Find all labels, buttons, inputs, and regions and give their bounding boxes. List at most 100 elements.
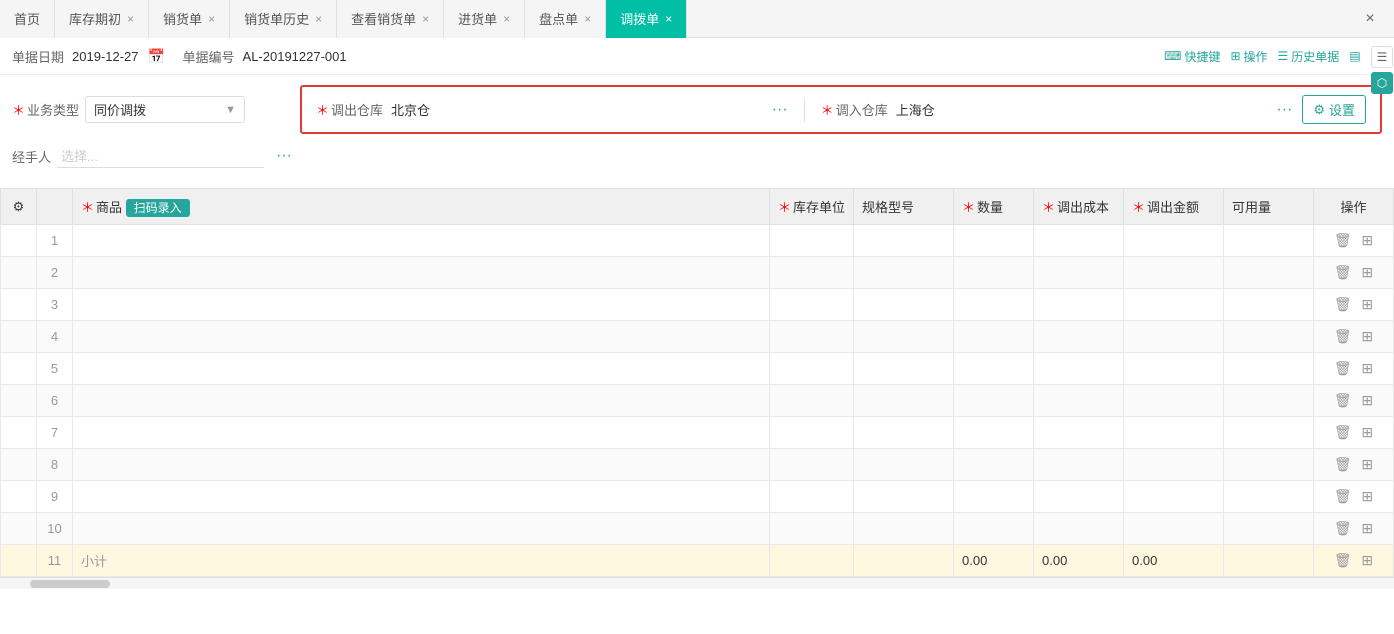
copy-icon[interactable]: ⊞ xyxy=(1361,264,1373,281)
calendar-icon[interactable]: 📅 xyxy=(147,46,167,66)
delete-icon[interactable]: 🗑 xyxy=(1334,264,1352,281)
row-cost-cell[interactable] xyxy=(1034,353,1124,385)
row-qty-cell[interactable] xyxy=(954,513,1034,545)
copy-icon[interactable]: ⊞ xyxy=(1361,392,1373,409)
copy-icon[interactable]: ⊞ xyxy=(1361,552,1373,569)
tab-inventory-init[interactable]: 库存期初 × xyxy=(55,0,149,38)
history-label: 历史单据 xyxy=(1291,48,1339,65)
row-amount-cell[interactable] xyxy=(1124,481,1224,513)
tab-sales-order[interactable]: 销货单 × xyxy=(149,0,230,38)
scroll-thumb[interactable] xyxy=(30,580,110,588)
row-product-cell[interactable] xyxy=(73,289,770,321)
delete-icon[interactable]: 🗑 xyxy=(1334,520,1352,537)
delete-icon[interactable]: 🗑 xyxy=(1334,424,1352,441)
sidebar-list-icon[interactable]: ☰ xyxy=(1371,46,1393,68)
row-qty-cell[interactable] xyxy=(954,257,1034,289)
row-amount-cell[interactable] xyxy=(1124,385,1224,417)
row-qty-cell[interactable] xyxy=(954,385,1034,417)
row-amount-cell[interactable] xyxy=(1124,417,1224,449)
row-unit-cell xyxy=(769,417,853,449)
tab-home[interactable]: 首页 xyxy=(0,0,55,38)
copy-icon[interactable]: ⊞ xyxy=(1361,520,1373,537)
tab-sales-history-close[interactable]: × xyxy=(315,12,322,26)
row-product-cell[interactable] xyxy=(73,257,770,289)
row-cost-cell[interactable] xyxy=(1034,225,1124,257)
row-cost-cell[interactable] xyxy=(1034,417,1124,449)
row-cost-cell[interactable] xyxy=(1034,257,1124,289)
row-cost-cell[interactable] xyxy=(1034,385,1124,417)
operations-button[interactable]: ⊞ 操作 xyxy=(1230,48,1267,65)
row-cost-cell[interactable] xyxy=(1034,481,1124,513)
row-product-cell[interactable] xyxy=(73,225,770,257)
row-amount-cell[interactable] xyxy=(1124,321,1224,353)
horizontal-scrollbar[interactable] xyxy=(0,577,1394,589)
row-amount-cell[interactable] xyxy=(1124,513,1224,545)
row-product-cell[interactable] xyxy=(73,513,770,545)
row-product-cell[interactable] xyxy=(73,385,770,417)
delete-icon[interactable]: 🗑 xyxy=(1334,552,1352,569)
row-qty-cell[interactable] xyxy=(954,449,1034,481)
copy-icon[interactable]: ⊞ xyxy=(1361,360,1373,377)
row-qty-cell[interactable] xyxy=(954,289,1034,321)
copy-icon[interactable]: ⊞ xyxy=(1361,424,1373,441)
row-qty-cell[interactable] xyxy=(954,321,1034,353)
tab-view-sales[interactable]: 查看销货单 × xyxy=(337,0,444,38)
delete-icon[interactable]: 🗑 xyxy=(1334,456,1352,473)
copy-icon[interactable]: ⊞ xyxy=(1361,232,1373,249)
row-cost-cell[interactable] xyxy=(1034,321,1124,353)
tab-inventory[interactable]: 盘点单 × xyxy=(525,0,606,38)
delete-icon[interactable]: 🗑 xyxy=(1334,392,1352,409)
warehouse-in-more-icon[interactable]: ··· xyxy=(1276,101,1292,119)
tab-inventory-init-close[interactable]: × xyxy=(127,12,134,26)
tab-purchase-close[interactable]: × xyxy=(503,12,510,26)
row-product-cell[interactable] xyxy=(73,449,770,481)
row-product-cell[interactable] xyxy=(73,481,770,513)
row-qty-cell[interactable] xyxy=(954,417,1034,449)
settings-button[interactable]: ⚙ 设置 xyxy=(1302,95,1366,124)
copy-icon[interactable]: ⊞ xyxy=(1361,296,1373,313)
tab-view-sales-close[interactable]: × xyxy=(422,12,429,26)
tab-inventory-close[interactable]: × xyxy=(584,12,591,26)
row-amount-cell[interactable] xyxy=(1124,353,1224,385)
layout-button1[interactable]: ▤ xyxy=(1349,49,1360,63)
tab-purchase[interactable]: 进货单 × xyxy=(444,0,525,38)
window-close-button[interactable]: × xyxy=(1354,0,1386,38)
delete-icon[interactable]: 🗑 xyxy=(1334,360,1352,377)
row-qty-cell[interactable] xyxy=(954,225,1034,257)
row-cost-cell[interactable] xyxy=(1034,513,1124,545)
row-product-cell[interactable] xyxy=(73,321,770,353)
handler-input[interactable]: 选择... xyxy=(57,144,264,168)
row-product-cell[interactable] xyxy=(73,353,770,385)
tab-transfer[interactable]: 调拨单 × xyxy=(606,0,687,38)
delete-icon[interactable]: 🗑 xyxy=(1334,296,1352,313)
gear-header-icon[interactable]: ⚙ xyxy=(13,199,25,214)
col-header-gear[interactable]: ⚙ xyxy=(1,189,37,225)
copy-icon[interactable]: ⊞ xyxy=(1361,328,1373,345)
history-button[interactable]: ☰ 历史单据 xyxy=(1278,48,1340,65)
row-cost-cell[interactable] xyxy=(1034,449,1124,481)
shortcuts-button[interactable]: ⌨ 快捷键 xyxy=(1164,48,1220,65)
row-amount-cell[interactable] xyxy=(1124,289,1224,321)
row-gear-cell xyxy=(1,545,37,577)
handler-more-icon[interactable]: ··· xyxy=(276,147,292,165)
row-amount-cell[interactable] xyxy=(1124,257,1224,289)
row-amount-cell[interactable] xyxy=(1124,225,1224,257)
row-cost-cell[interactable] xyxy=(1034,289,1124,321)
scan-entry-button[interactable]: 扫码录入 xyxy=(126,199,190,217)
delete-icon[interactable]: 🗑 xyxy=(1334,488,1352,505)
row-product-cell[interactable] xyxy=(73,417,770,449)
copy-icon[interactable]: ⊞ xyxy=(1361,488,1373,505)
tab-sales-history[interactable]: 销货单历史 × xyxy=(230,0,337,38)
row-qty-cell[interactable] xyxy=(954,353,1034,385)
warehouse-out-more-icon[interactable]: ··· xyxy=(772,101,788,119)
copy-icon[interactable]: ⊞ xyxy=(1361,456,1373,473)
row-qty-cell[interactable] xyxy=(954,481,1034,513)
delete-icon[interactable]: 🗑 xyxy=(1334,328,1352,345)
tab-transfer-close[interactable]: × xyxy=(665,12,672,26)
row-amount-cell[interactable] xyxy=(1124,449,1224,481)
business-type-select[interactable]: 同价调拨 ▼ xyxy=(85,96,245,123)
tab-sales-order-close[interactable]: × xyxy=(208,12,215,26)
required-star-in: ＊ xyxy=(821,103,834,118)
delete-icon[interactable]: 🗑 xyxy=(1334,232,1352,249)
sidebar-expand-icon[interactable]: ⬡ xyxy=(1371,72,1393,94)
